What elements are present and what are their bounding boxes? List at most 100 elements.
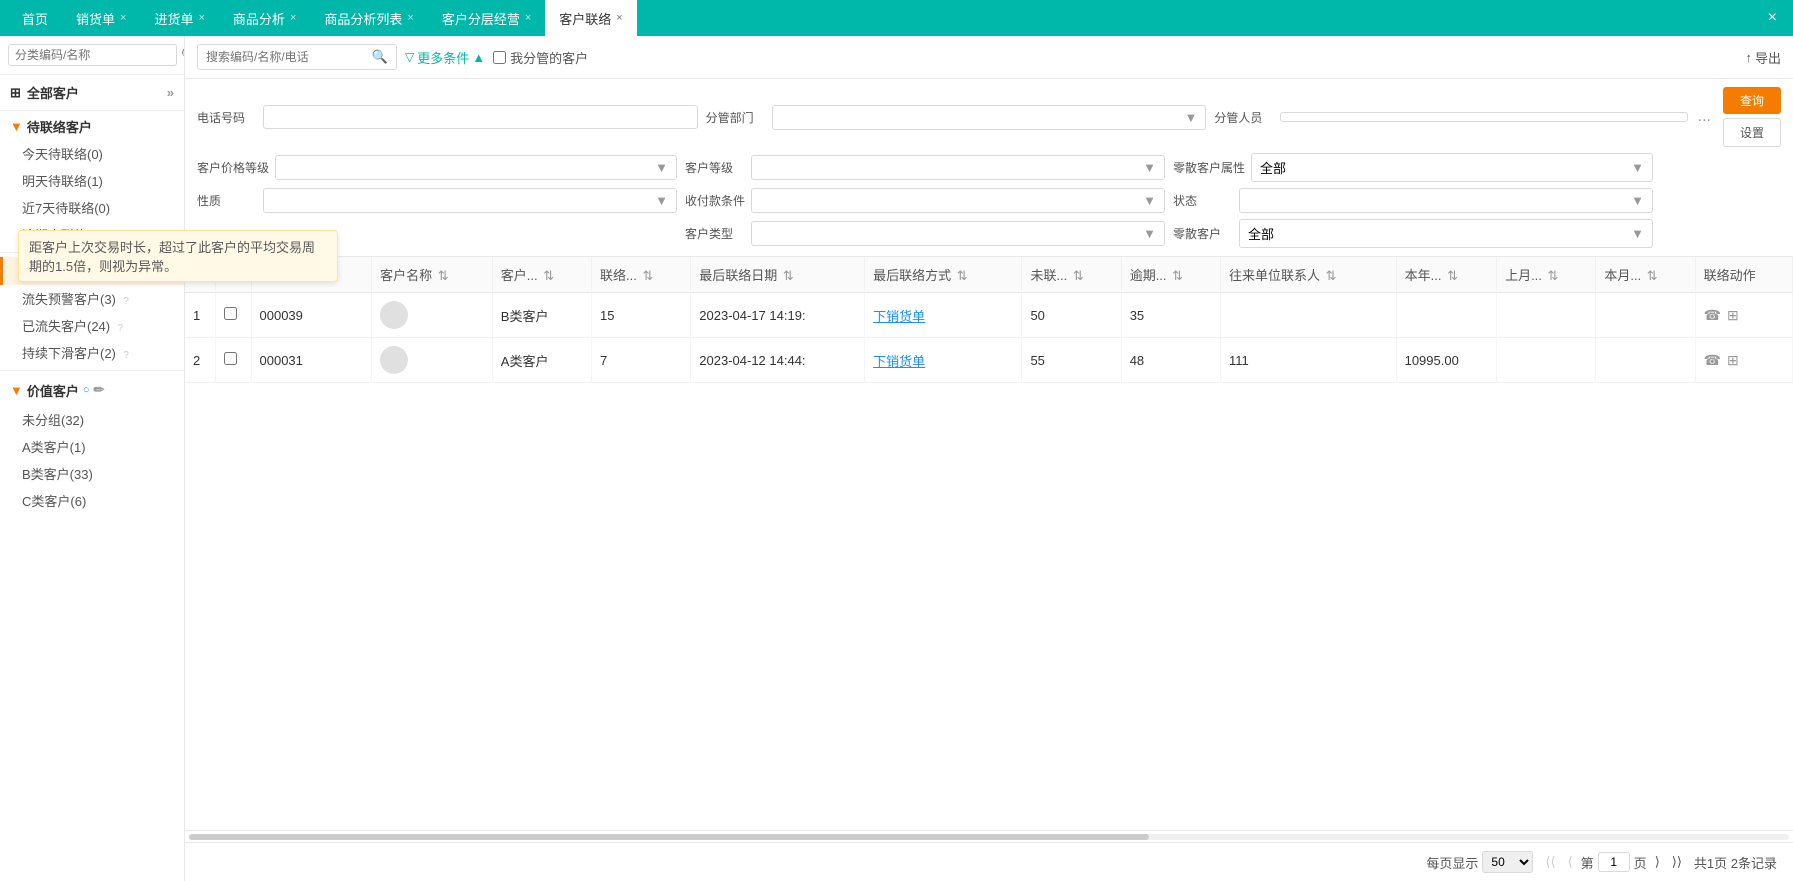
- nav-purchase-order[interactable]: 进货单 ×: [140, 0, 218, 36]
- filter-row-4: ... 客户类型 ▼ 零散客户 全部▼: [197, 219, 1781, 248]
- nav-sales-order[interactable]: 销货单 ×: [62, 0, 140, 36]
- scroll-thumb[interactable]: [189, 834, 1149, 840]
- nav-customer-segment[interactable]: 客户分层经营 ×: [428, 0, 545, 36]
- sidebar-item-declining[interactable]: 持续下滑客户(2) ?: [0, 339, 184, 366]
- retail-attr-select[interactable]: 全部▼: [1251, 153, 1653, 182]
- filter-customer-level: 客户等级 ▼: [685, 155, 1165, 180]
- per-page-select[interactable]: 50 20 100: [1482, 851, 1533, 873]
- th-overdue-sort[interactable]: ⇅: [1172, 268, 1183, 283]
- action-contact-icon-1[interactable]: ☎: [1704, 307, 1721, 324]
- nav-product-analysis[interactable]: 商品分析 ×: [219, 0, 310, 36]
- main-search-input[interactable]: [206, 50, 372, 64]
- th-last-date-sort[interactable]: ⇅: [783, 268, 794, 283]
- th-level-sort[interactable]: ⇅: [543, 268, 554, 283]
- th-last-month-label: 上月...: [1505, 268, 1542, 283]
- close-customer-segment-icon[interactable]: ×: [525, 12, 531, 24]
- export-button[interactable]: ↑ 导出: [1745, 48, 1781, 67]
- value-customer-edit-icon[interactable]: ✏: [94, 382, 105, 398]
- retail-attr-label: 零散客户属性: [1173, 159, 1245, 176]
- window-close-button[interactable]: ×: [1760, 9, 1785, 27]
- last-method-link-2[interactable]: 下销货单: [873, 354, 925, 369]
- main-search-icon[interactable]: 🔍: [372, 49, 388, 65]
- last-method-link-1[interactable]: 下销货单: [873, 309, 925, 324]
- th-last-contact-date: 最后联络日期 ⇅: [691, 257, 865, 293]
- payment-label: 收付款条件: [685, 192, 745, 209]
- all-customers-label: 全部客户: [27, 83, 79, 102]
- status-select[interactable]: ▼: [1239, 188, 1653, 213]
- close-sales-icon[interactable]: ×: [120, 12, 126, 24]
- th-contacts-sort[interactable]: ⇅: [1326, 268, 1337, 283]
- advanced-filters: 电话号码 分管部门 ▼ 分管人员 ... 查询: [185, 79, 1793, 257]
- sidebar-item-classB[interactable]: B类客户(33): [0, 460, 184, 487]
- page-label: 第: [1581, 853, 1594, 872]
- person-select[interactable]: [1280, 112, 1687, 122]
- nav-customer-contact[interactable]: 客户联络 ×: [545, 0, 636, 36]
- close-product-analysis-icon[interactable]: ×: [290, 12, 296, 24]
- th-last-month-sort[interactable]: ⇅: [1548, 268, 1559, 283]
- row2-checkbox[interactable]: [224, 352, 237, 365]
- settings-button[interactable]: 设置: [1723, 118, 1781, 147]
- page-input[interactable]: [1598, 852, 1630, 872]
- close-product-list-icon[interactable]: ×: [407, 12, 413, 24]
- sidebar-all-customers[interactable]: ⊞ 全部客户 »: [0, 75, 184, 111]
- th-uncontacted-label: 未联...: [1030, 268, 1067, 283]
- th-last-method-sort[interactable]: ⇅: [957, 268, 968, 283]
- close-purchase-icon[interactable]: ×: [198, 12, 204, 24]
- close-customer-contact-icon[interactable]: ×: [616, 12, 622, 24]
- gender-select[interactable]: ▼: [263, 188, 677, 213]
- action-grid-icon-2[interactable]: ⊞: [1727, 352, 1739, 369]
- price-level-select[interactable]: ▼: [275, 155, 677, 180]
- th-this-month-sort[interactable]: ⇅: [1647, 268, 1658, 283]
- more-conditions-button[interactable]: ▽ 更多条件 ▲: [405, 48, 485, 67]
- nav-home[interactable]: 首页: [8, 0, 62, 36]
- sidebar-item-7days[interactable]: 近7天待联络(0): [0, 194, 184, 221]
- sidebar-item-ungroup[interactable]: 未分组(32): [0, 406, 184, 433]
- horizontal-scrollbar[interactable]: [185, 830, 1793, 842]
- sidebar-item-lost-warning[interactable]: 流失预警客户(3) ?: [0, 285, 184, 312]
- th-this-month-label: 本月...: [1604, 268, 1641, 283]
- td-action-1: ☎ ⊞: [1695, 293, 1792, 338]
- customer-level-select[interactable]: ▼: [751, 155, 1165, 180]
- my-customers-checkbox[interactable]: [493, 51, 506, 64]
- gender-label: 性质: [197, 192, 257, 209]
- sidebar-search-input[interactable]: [8, 44, 177, 66]
- sidebar-item-today[interactable]: 今天待联络(0): [0, 140, 184, 167]
- td-checkbox-1: [215, 293, 251, 338]
- person-dots-btn[interactable]: ...: [1694, 108, 1715, 126]
- scroll-track[interactable]: [189, 834, 1789, 840]
- action-contact-icon-2[interactable]: ☎: [1704, 352, 1721, 369]
- th-this-year-sort[interactable]: ⇅: [1447, 268, 1458, 283]
- td-last-month-2: [1497, 338, 1596, 383]
- th-this-month: 本月... ⇅: [1596, 257, 1695, 293]
- phone-input[interactable]: [263, 105, 698, 129]
- sidebar-item-classA[interactable]: A类客户(1): [0, 433, 184, 460]
- td-overdue-2: 48: [1121, 338, 1220, 383]
- query-button[interactable]: 查询: [1723, 87, 1781, 114]
- th-contact-sort[interactable]: ⇅: [643, 268, 654, 283]
- sidebar-item-tomorrow[interactable]: 明天待联络(1): [0, 167, 184, 194]
- page-first-button[interactable]: ⟨⟨: [1541, 852, 1559, 872]
- nav-customer-contact-label: 客户联络: [559, 9, 611, 28]
- sidebar-item-classC[interactable]: C类客户(6): [0, 487, 184, 514]
- row1-checkbox[interactable]: [224, 307, 237, 320]
- sidebar-item-lost[interactable]: 已流失客户(24) ?: [0, 312, 184, 339]
- dept-select[interactable]: ▼: [772, 105, 1207, 130]
- per-page-control: 每页显示 50 20 100: [1426, 851, 1533, 873]
- page-prev-button[interactable]: ⟨: [1564, 852, 1577, 872]
- retail-customer-select[interactable]: 全部▼: [1239, 219, 1653, 248]
- filter-row-2: 客户价格等级 ▼ 客户等级 ▼ 零散客户属性 全部▼: [197, 153, 1781, 182]
- payment-select[interactable]: ▼: [751, 188, 1165, 213]
- customer-type-select[interactable]: ▼: [751, 221, 1165, 246]
- nav-product-list[interactable]: 商品分析列表 ×: [310, 0, 427, 36]
- page-last-button[interactable]: ⟩⟩: [1668, 852, 1686, 872]
- person-label: 分管人员: [1214, 109, 1274, 126]
- avatar-1: [380, 301, 408, 329]
- action-grid-icon-1[interactable]: ⊞: [1727, 307, 1739, 324]
- sidebar-collapse-icon[interactable]: »: [167, 85, 174, 100]
- th-uncontacted-sort[interactable]: ⇅: [1073, 268, 1084, 283]
- nav-product-analysis-label: 商品分析: [233, 9, 285, 28]
- value-customer-label: 价值客户: [27, 381, 79, 400]
- nav-product-list-label: 商品分析列表: [324, 9, 402, 28]
- th-name-sort[interactable]: ⇅: [438, 268, 449, 283]
- page-next-button[interactable]: ⟩: [1651, 852, 1664, 872]
